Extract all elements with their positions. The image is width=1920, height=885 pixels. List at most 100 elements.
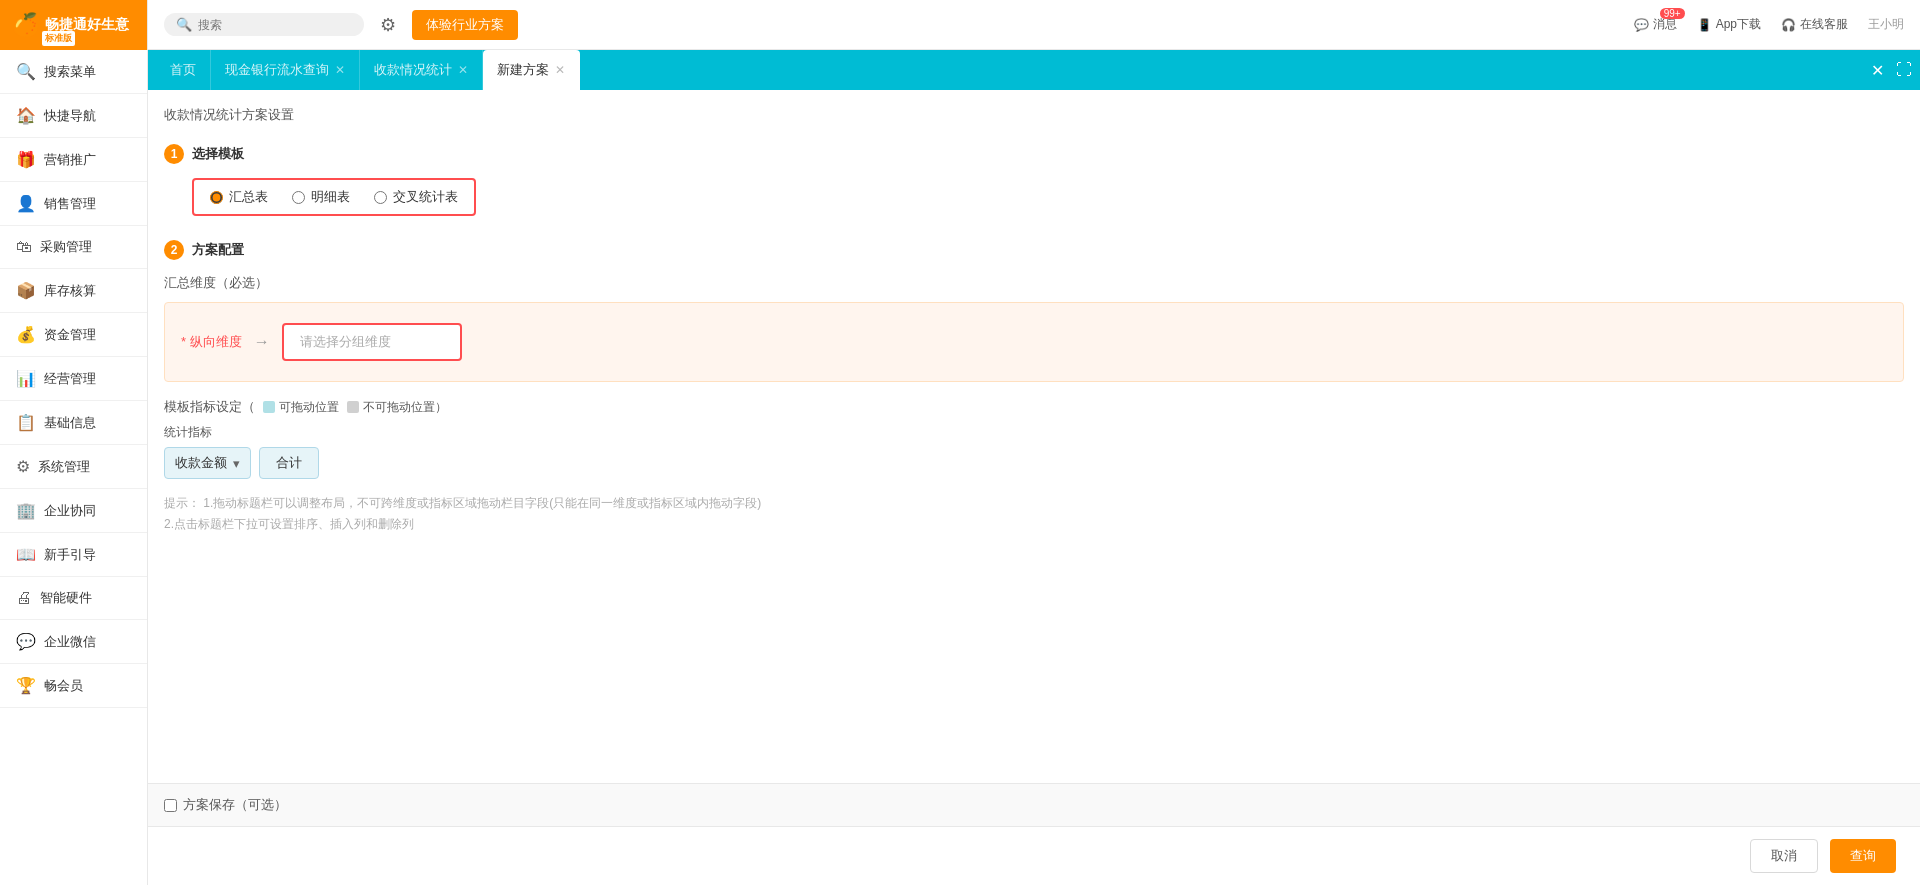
chart-icon: 📊 (16, 369, 36, 388)
close-icon[interactable]: ✕ (335, 63, 345, 77)
tab-receipt-label: 收款情况统计 (374, 61, 452, 79)
main-area: 🔍 ⚙ 体验行业方案 💬 消息 99+ 📱 App下载 🎧 在线客服 王小明 首 (148, 0, 1920, 885)
close-all-icon[interactable]: ✕ (1871, 61, 1884, 80)
sidebar-item-system[interactable]: ⚙ 系统管理 (0, 445, 147, 489)
radio-cross[interactable]: 交叉统计表 (374, 188, 458, 206)
sidebar-label-basic: 基础信息 (44, 414, 96, 432)
sidebar-item-inventory[interactable]: 📦 库存核算 (0, 269, 147, 313)
online-service-button[interactable]: 🎧 在线客服 (1781, 16, 1848, 33)
radio-summary-label: 汇总表 (229, 188, 268, 206)
metric-total-label: 合计 (276, 455, 302, 470)
sidebar-item-nav[interactable]: 🏠 快捷导航 (0, 94, 147, 138)
fixed-dot (347, 401, 359, 413)
cancel-button[interactable]: 取消 (1750, 839, 1818, 873)
printer-icon: 🖨 (16, 589, 32, 607)
save-label: 方案保存（可选） (183, 796, 287, 814)
fixed-badge: 不可拖动位置） (347, 399, 447, 416)
step1-content: 汇总表 明细表 交叉统计表 (192, 178, 1904, 216)
sidebar-item-wechat[interactable]: 💬 企业微信 (0, 620, 147, 664)
dimension-area: * 纵向维度 → 请选择分组维度 (164, 302, 1904, 382)
close-icon[interactable]: ✕ (458, 63, 468, 77)
service-label: 在线客服 (1800, 16, 1848, 33)
content-area: 收款情况统计方案设置 1 选择模板 汇总表 明细表 (148, 90, 1920, 885)
tab-bank-label: 现金银行流水查询 (225, 61, 329, 79)
trial-button[interactable]: 体验行业方案 (412, 10, 518, 40)
radio-summary-input[interactable] (210, 191, 223, 204)
metric-tag-total[interactable]: 合计 (259, 447, 319, 479)
home-icon: 🏠 (16, 106, 36, 125)
sidebar-label-hardware: 智能硬件 (40, 589, 92, 607)
radio-detail-label: 明细表 (311, 188, 350, 206)
sidebar-logo: 🍊 畅捷通好生意 标准版 (0, 0, 147, 50)
sidebar-item-enterprise[interactable]: 🏢 企业协同 (0, 489, 147, 533)
notification-button[interactable]: 💬 消息 99+ (1634, 16, 1677, 33)
tips-section: 提示： 1.拖动标题栏可以调整布局，不可跨维度或指标区域拖动栏目字段(只能在同一… (164, 495, 1904, 533)
top-header: 🔍 ⚙ 体验行业方案 💬 消息 99+ 📱 App下载 🎧 在线客服 王小明 (148, 0, 1920, 50)
chevron-down-icon: ▾ (233, 456, 240, 471)
sidebar-item-sales[interactable]: 👤 销售管理 (0, 182, 147, 226)
save-option[interactable]: 方案保存（可选） (164, 796, 287, 814)
app-download-button[interactable]: 📱 App下载 (1697, 16, 1761, 33)
dimension-section-title: 汇总维度（必选） (164, 274, 1904, 292)
page-title: 收款情况统计方案设置 (164, 106, 1904, 124)
building-icon: 🏢 (16, 501, 36, 520)
book-icon: 📖 (16, 545, 36, 564)
metrics-section: 模板指标设定（ 可拖动位置 不可拖动位置） 统计指标 (164, 398, 1904, 479)
sidebar-item-operation[interactable]: 📊 经营管理 (0, 357, 147, 401)
search-bar[interactable]: 🔍 (164, 13, 364, 36)
close-icon[interactable]: ✕ (555, 63, 565, 77)
metric-amount-label: 收款金额 (175, 454, 227, 472)
step2-section: 2 方案配置 汇总维度（必选） * 纵向维度 → 请选择分组维度 (164, 240, 1904, 533)
step1-header: 1 选择模板 (164, 144, 1904, 164)
tip2: 2.点击标题栏下拉可设置排序、插入列和删除列 (164, 516, 1904, 533)
tab-new-plan[interactable]: 新建方案 ✕ (483, 50, 580, 90)
sidebar-item-purchase[interactable]: 🛍 采购管理 (0, 226, 147, 269)
sidebar-label-wechat: 企业微信 (44, 633, 96, 651)
step2-number: 2 (164, 240, 184, 260)
money-icon: 💰 (16, 325, 36, 344)
tab-bank[interactable]: 现金银行流水查询 ✕ (211, 50, 360, 90)
tab-home[interactable]: 首页 (156, 50, 211, 90)
gift-icon: 🎁 (16, 150, 36, 169)
step1-section: 1 选择模板 汇总表 明细表 (164, 144, 1904, 216)
tip1: 提示： 1.拖动标题栏可以调整布局，不可跨维度或指标区域拖动栏目字段(只能在同一… (164, 495, 1904, 512)
sidebar-item-guide[interactable]: 📖 新手引导 (0, 533, 147, 577)
dimension-selector[interactable]: 请选择分组维度 (282, 323, 462, 361)
sidebar-label-search: 搜索菜单 (44, 63, 96, 81)
tab-receipt[interactable]: 收款情况统计 ✕ (360, 50, 483, 90)
metrics-category-label: 统计指标 (164, 424, 1904, 441)
sidebar-label-marketing: 营销推广 (44, 151, 96, 169)
sidebar: 🍊 畅捷通好生意 标准版 🔍 搜索菜单 🏠 快捷导航 🎁 营销推广 👤 销售管理… (0, 0, 148, 885)
gear-icon: ⚙ (16, 457, 30, 476)
sidebar-item-marketing[interactable]: 🎁 营销推广 (0, 138, 147, 182)
sidebar-item-search[interactable]: 🔍 搜索菜单 (0, 50, 147, 94)
sidebar-item-finance[interactable]: 💰 资金管理 (0, 313, 147, 357)
metrics-section-text: 模板指标设定（ (164, 398, 255, 416)
sidebar-item-hardware[interactable]: 🖨 智能硬件 (0, 577, 147, 620)
radio-summary[interactable]: 汇总表 (210, 188, 268, 206)
sidebar-item-basic[interactable]: 📋 基础信息 (0, 401, 147, 445)
step2-title: 方案配置 (192, 241, 244, 259)
settings-icon[interactable]: ⚙ (380, 14, 396, 36)
step1-title: 选择模板 (192, 145, 244, 163)
query-button[interactable]: 查询 (1830, 839, 1896, 873)
search-input[interactable] (198, 18, 338, 32)
search-icon: 🔍 (16, 62, 36, 81)
step2-content: 汇总维度（必选） * 纵向维度 → 请选择分组维度 (164, 274, 1904, 533)
tab-bar: 首页 现金银行流水查询 ✕ 收款情况统计 ✕ 新建方案 ✕ ✕ ⛶ (148, 50, 1920, 90)
radio-cross-input[interactable] (374, 191, 387, 204)
movable-dot (263, 401, 275, 413)
box-icon: 📦 (16, 281, 36, 300)
sidebar-label-system: 系统管理 (38, 458, 90, 476)
radio-detail-input[interactable] (292, 191, 305, 204)
dimension-selector-placeholder: 请选择分组维度 (300, 334, 391, 349)
metric-tag-amount[interactable]: 收款金额 ▾ (164, 447, 251, 479)
sidebar-badge: 标准版 (42, 31, 75, 46)
radio-detail[interactable]: 明细表 (292, 188, 350, 206)
list-icon: 📋 (16, 413, 36, 432)
step1-number: 1 (164, 144, 184, 164)
save-checkbox[interactable] (164, 799, 177, 812)
bottom-action-bar: 取消 查询 (148, 826, 1920, 885)
expand-icon[interactable]: ⛶ (1896, 61, 1912, 79)
sidebar-item-member[interactable]: 🏆 畅会员 (0, 664, 147, 708)
